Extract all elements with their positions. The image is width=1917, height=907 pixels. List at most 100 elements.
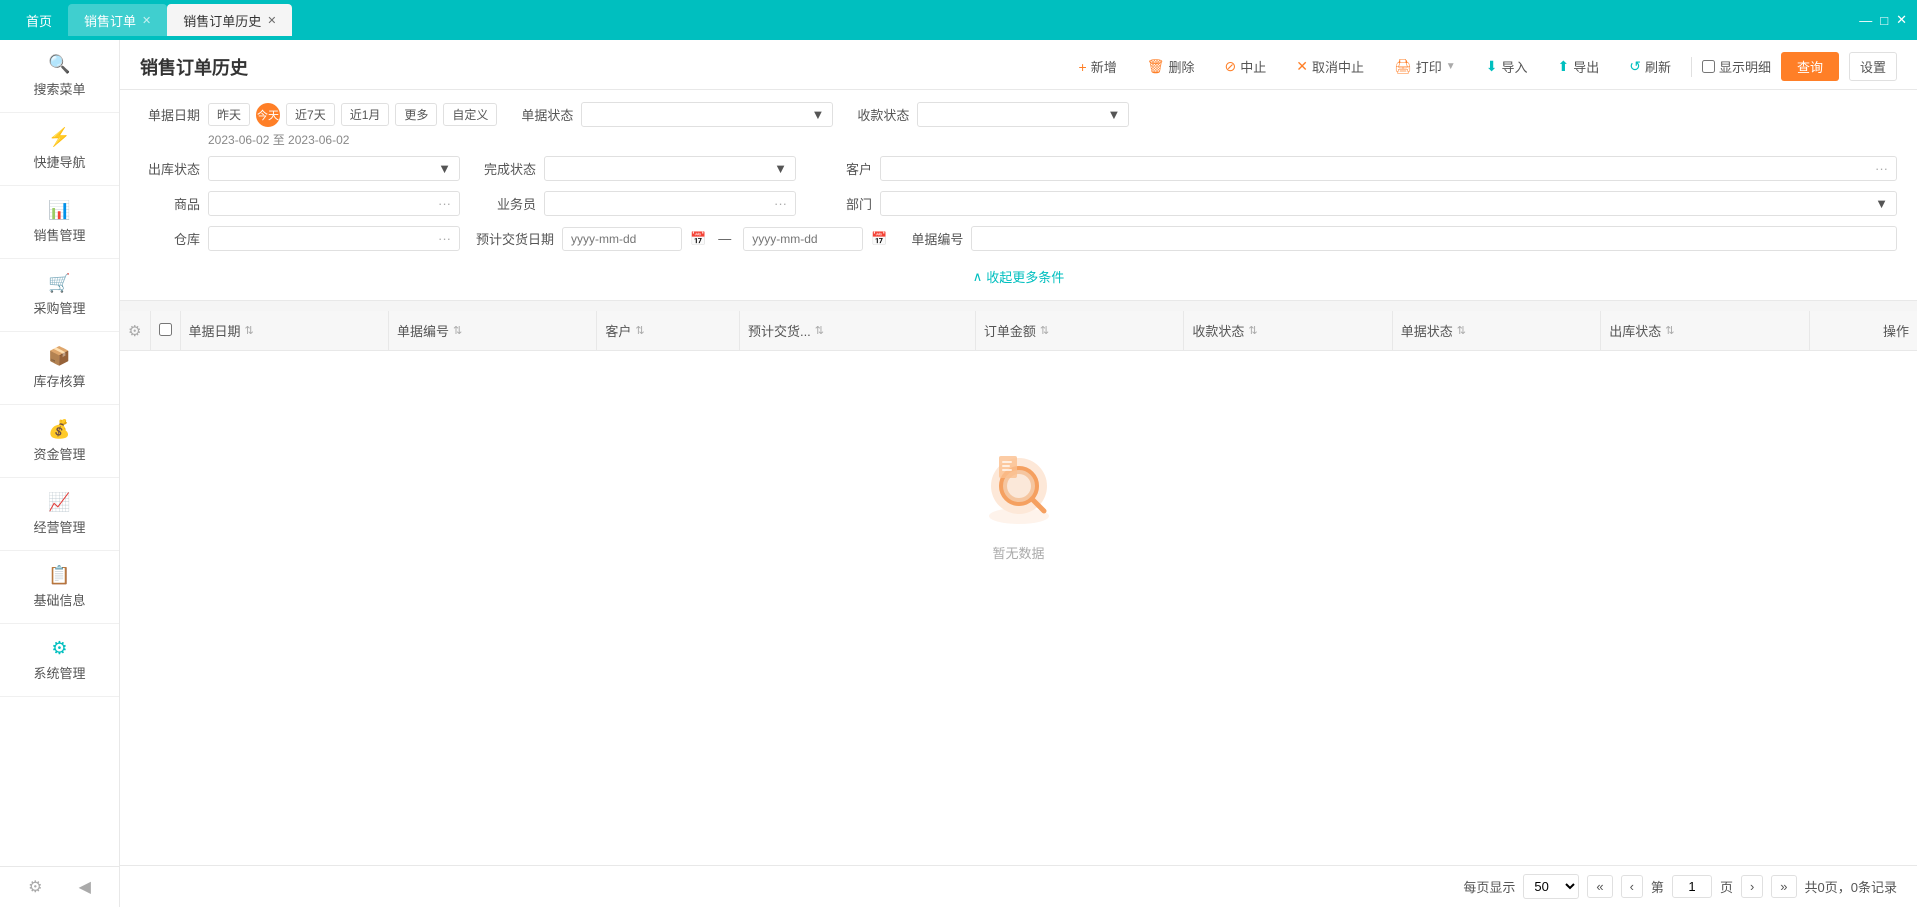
- cancel-stop-button[interactable]: ✕ 取消中止: [1286, 53, 1374, 80]
- sidebar-item-operation-mgmt[interactable]: 📈 经营管理: [0, 478, 119, 551]
- tab-sales-order-history[interactable]: 销售订单历史 ✕: [167, 4, 292, 36]
- warehouse-input[interactable]: ···: [208, 226, 460, 251]
- th-delivery-status-label: 出库状态: [1609, 321, 1661, 340]
- customer-input[interactable]: ···: [880, 156, 1897, 181]
- stop-button[interactable]: ⊘ 中止: [1215, 53, 1277, 80]
- prev-page-button[interactable]: ‹: [1621, 875, 1643, 898]
- date-dash: —: [714, 231, 735, 246]
- expected-delivery-end[interactable]: [743, 227, 863, 251]
- date-range-text: 2023-06-02 至 2023-06-02: [208, 131, 349, 148]
- expand-bottom-icon[interactable]: ◀: [79, 877, 91, 897]
- tab-home-label: 首页: [26, 11, 52, 30]
- date-btn-yesterday[interactable]: 昨天: [208, 103, 250, 126]
- tab-sales-order[interactable]: 销售订单 ✕: [68, 4, 167, 36]
- delivery-status-select[interactable]: ▼: [208, 156, 460, 181]
- th-payment-status-sort[interactable]: 收款状态 ⇅: [1192, 321, 1383, 340]
- th-order-date: 单据日期 ⇅: [180, 311, 388, 351]
- filter-group-completion-status: 完成状态 ▼: [476, 156, 796, 181]
- th-order-no-sort[interactable]: 单据编号 ⇅: [397, 321, 588, 340]
- export-button[interactable]: ⬆ 导出: [1547, 53, 1609, 80]
- next-page-button[interactable]: ›: [1741, 875, 1763, 898]
- sidebar-item-sales-mgmt[interactable]: 📊 销售管理: [0, 186, 119, 259]
- page-size-label: 每页显示: [1463, 877, 1515, 896]
- filter-group-customer: 客户 ···: [812, 156, 1897, 181]
- sidebar-item-capital-mgmt[interactable]: 💰 资金管理: [0, 405, 119, 478]
- add-label: 新增: [1091, 57, 1117, 76]
- payment-status-dropdown-icon: ▼: [1108, 107, 1121, 122]
- th-order-status-sort[interactable]: 单据状态 ⇅: [1401, 321, 1592, 340]
- payment-status-select[interactable]: ▼: [917, 102, 1129, 127]
- th-expected-delivery-sort[interactable]: 预计交货... ⇅: [748, 321, 967, 340]
- settings-button[interactable]: 设置: [1849, 52, 1897, 81]
- search-menu-icon: 🔍: [48, 54, 70, 75]
- th-order-date-sort[interactable]: 单据日期 ⇅: [189, 321, 380, 340]
- stop-icon: ⊘: [1225, 58, 1237, 75]
- window-minimize[interactable]: —: [1859, 13, 1872, 28]
- sidebar-item-inventory-label: 库存核算: [33, 371, 85, 390]
- product-label: 商品: [140, 194, 200, 213]
- th-order-amount: 订单金额 ⇅: [975, 311, 1183, 351]
- order-no-input[interactable]: [971, 226, 1897, 251]
- sidebar-item-purchase-mgmt-label: 采购管理: [33, 298, 85, 317]
- sidebar-item-purchase-mgmt[interactable]: 🛒 采购管理: [0, 259, 119, 332]
- calendar-icon-2[interactable]: 📅: [871, 231, 887, 247]
- basic-info-icon: 📋: [48, 565, 70, 586]
- tab-sales-order-close[interactable]: ✕: [142, 14, 151, 27]
- tab-sales-order-history-close[interactable]: ✕: [267, 14, 276, 27]
- quick-nav-icon: ⚡: [48, 127, 70, 148]
- salesperson-label: 业务员: [476, 194, 536, 213]
- date-btn-today[interactable]: 今天: [256, 103, 280, 127]
- cancel-stop-icon: ✕: [1296, 58, 1308, 75]
- sidebar-item-inventory[interactable]: 📦 库存核算: [0, 332, 119, 405]
- th-customer-sort[interactable]: 客户 ⇅: [605, 321, 731, 340]
- sidebar-item-quick-nav[interactable]: ⚡ 快捷导航: [0, 113, 119, 186]
- sidebar-item-system-mgmt[interactable]: ⚙ 系统管理: [0, 624, 119, 697]
- show-columns-toggle[interactable]: 显示明细: [1702, 57, 1771, 76]
- product-dots: ···: [438, 196, 451, 211]
- empty-state-cell: 暂无数据: [120, 351, 1917, 643]
- sidebar-item-basic-info[interactable]: 📋 基础信息: [0, 551, 119, 624]
- tab-home[interactable]: 首页: [10, 4, 68, 36]
- first-page-button[interactable]: «: [1587, 875, 1612, 898]
- last-page-button[interactable]: »: [1771, 875, 1796, 898]
- refresh-button[interactable]: ↺ 刷新: [1619, 53, 1681, 80]
- order-status-select[interactable]: ▼: [581, 102, 833, 127]
- date-btn-1month[interactable]: 近1月: [341, 103, 390, 126]
- calendar-icon-1[interactable]: 📅: [690, 231, 706, 247]
- settings-bottom-icon[interactable]: ⚙: [28, 877, 42, 897]
- show-columns-checkbox[interactable]: [1702, 60, 1715, 73]
- toolbar-separator: [1691, 57, 1692, 77]
- warehouse-label: 仓库: [140, 229, 200, 248]
- filter-group-order-no: 单据编号: [903, 226, 1897, 251]
- th-delivery-status-sort[interactable]: 出库状态 ⇅: [1609, 321, 1800, 340]
- print-button[interactable]: 🖨 打印 ▼: [1384, 53, 1466, 80]
- window-close[interactable]: ✕: [1896, 12, 1907, 28]
- expected-delivery-start[interactable]: [562, 227, 682, 251]
- product-input[interactable]: ···: [208, 191, 460, 216]
- date-btn-custom[interactable]: 自定义: [443, 103, 497, 126]
- page-number-input[interactable]: [1672, 875, 1712, 898]
- department-select[interactable]: ▼: [880, 191, 1897, 216]
- salesperson-input[interactable]: ···: [544, 191, 796, 216]
- th-payment-status: 收款状态 ⇅: [1184, 311, 1392, 351]
- filter-group-product: 商品 ···: [140, 191, 460, 216]
- filter-group-expected-delivery: 预计交货日期 📅 — 📅: [476, 227, 887, 251]
- completion-status-select[interactable]: ▼: [544, 156, 796, 181]
- query-button[interactable]: 查询: [1781, 52, 1839, 81]
- date-btn-7days[interactable]: 近7天: [286, 103, 335, 126]
- sort-expected-delivery-icon: ⇅: [815, 324, 824, 337]
- collapse-button[interactable]: ∧ 收起更多条件: [973, 267, 1065, 286]
- page-size-select[interactable]: 50 10 20 100: [1523, 874, 1579, 899]
- order-status-label: 单据状态: [513, 105, 573, 124]
- window-maximize[interactable]: □: [1880, 13, 1888, 28]
- delete-button[interactable]: 🗑 删除: [1137, 53, 1205, 80]
- capital-mgmt-icon: 💰: [48, 419, 70, 440]
- date-btn-more[interactable]: 更多: [395, 103, 437, 126]
- sort-order-date-icon: ⇅: [245, 324, 254, 337]
- table-settings-icon[interactable]: ⚙: [128, 323, 141, 340]
- sidebar-item-search-menu[interactable]: 🔍 搜索菜单: [0, 40, 119, 113]
- th-order-amount-sort[interactable]: 订单金额 ⇅: [984, 321, 1175, 340]
- add-button[interactable]: + 新增: [1069, 53, 1127, 80]
- select-all-checkbox[interactable]: [159, 323, 172, 336]
- import-button[interactable]: ⬇ 导入: [1476, 53, 1538, 80]
